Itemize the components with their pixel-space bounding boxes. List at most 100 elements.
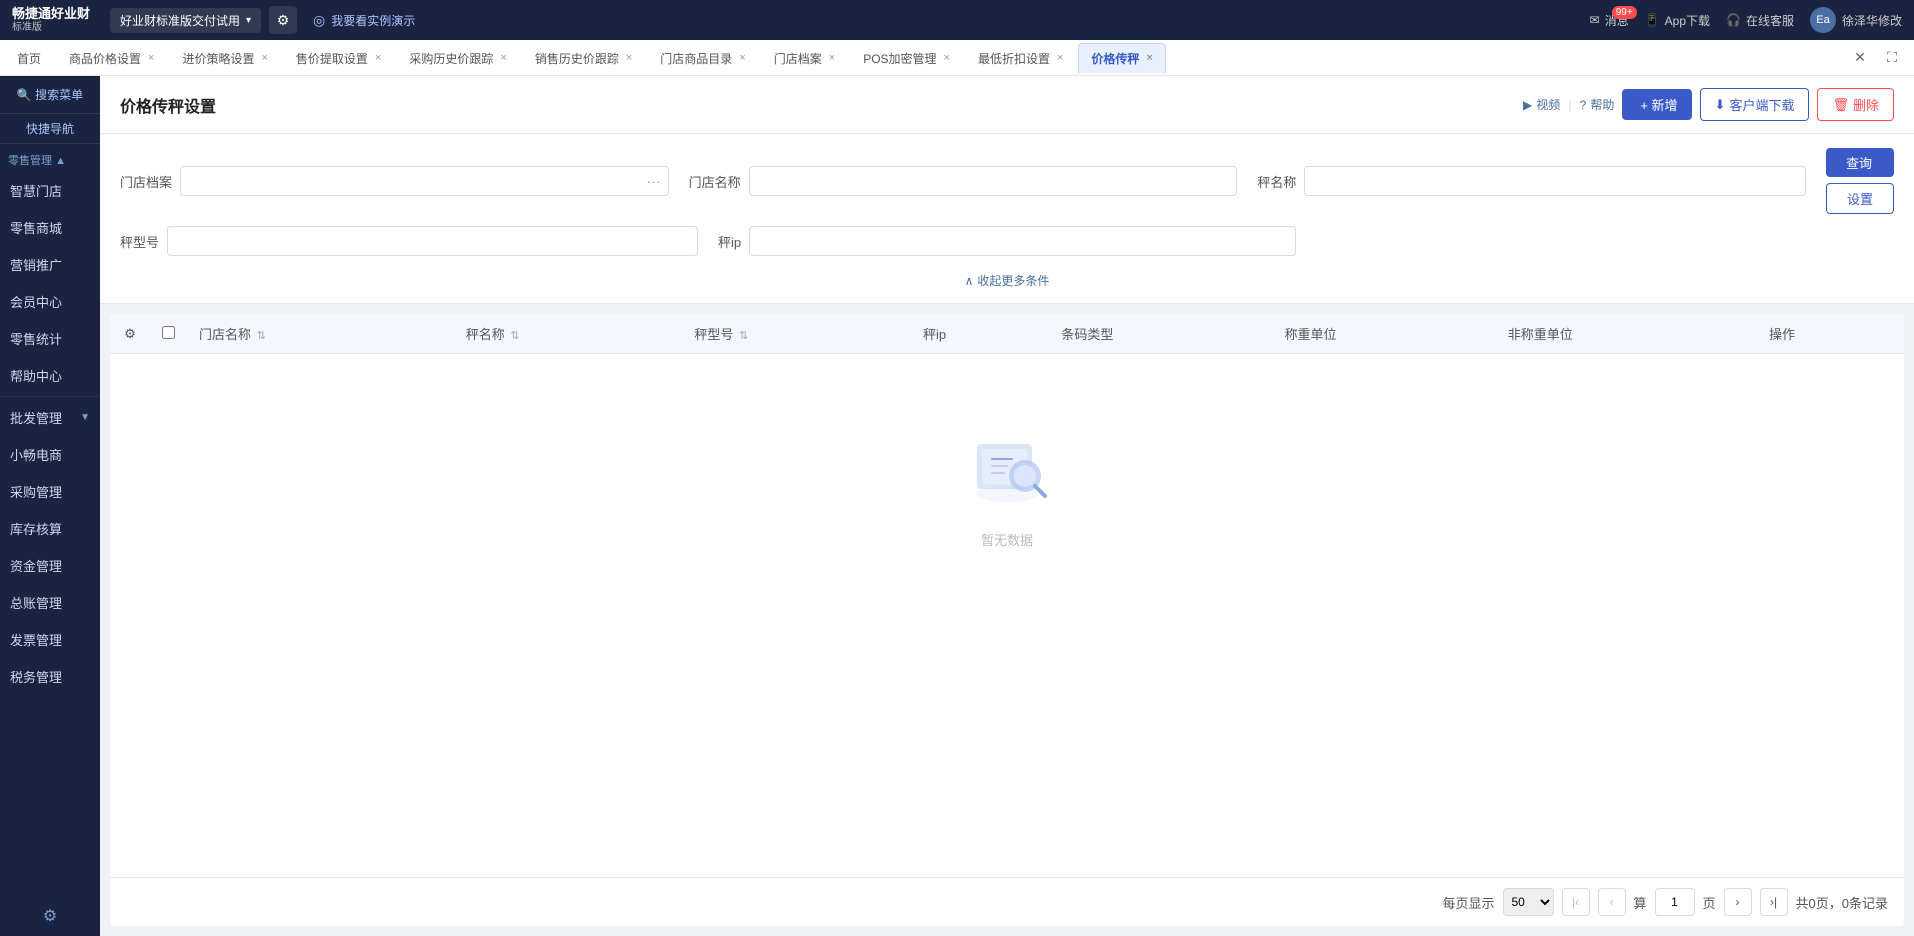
last-page-icon: ›| <box>1770 895 1777 909</box>
sidebar-item-retail-mall[interactable]: 零售商城 <box>0 209 100 246</box>
select-all-checkbox[interactable] <box>162 326 175 339</box>
tab-purchase-strategy-close[interactable]: × <box>261 52 267 64</box>
sidebar-item-help-center[interactable]: 帮助中心 <box>0 357 100 394</box>
sidebar-item-marketing[interactable]: 营销推广 <box>0 246 100 283</box>
scale-name-sort-icon[interactable]: ⇅ <box>510 330 519 342</box>
tab-store-profile-close[interactable]: × <box>829 52 835 64</box>
sidebar: 🔍 搜索菜单 快捷导航 零售管理 ▲ 智慧门店 零售商城 营销推广 会员中心 零… <box>0 76 100 936</box>
table-wrapper: ⚙ 门店名称 ⇅ 秤名称 ⇅ <box>110 314 1904 877</box>
tab-pos-encrypt-close[interactable]: × <box>944 52 950 64</box>
tab-commodity-price-close[interactable]: × <box>148 52 154 64</box>
store-profile-dots-button[interactable]: ··· <box>647 173 661 189</box>
col-settings-icon[interactable]: ⚙ <box>124 326 136 341</box>
sidebar-item-smart-store-label: 智慧门店 <box>10 181 62 200</box>
tab-store-catalog[interactable]: 门店商品目录 × <box>647 43 758 73</box>
tab-selling-extract-close[interactable]: × <box>375 52 381 64</box>
barcode-type-col-label: 条码类型 <box>1061 327 1113 342</box>
sidebar-item-smart-store[interactable]: 智慧门店 <box>0 172 100 209</box>
sidebar-item-retail-stats[interactable]: 零售统计 <box>0 320 100 357</box>
tab-pos-encrypt[interactable]: POS加密管理 × <box>850 43 963 73</box>
tab-min-discount[interactable]: 最低折扣设置 × <box>965 43 1076 73</box>
store-name-sort-icon[interactable]: ⇅ <box>257 330 266 342</box>
tab-sales-history[interactable]: 销售历史价跟踪 × <box>522 43 645 73</box>
tab-sales-history-label: 销售历史价跟踪 <box>535 50 619 67</box>
tab-close-button[interactable]: ✕ <box>1846 44 1874 72</box>
tab-min-discount-label: 最低折扣设置 <box>978 50 1050 67</box>
sidebar-quicknav[interactable]: 快捷导航 <box>0 114 100 144</box>
store-name-input[interactable] <box>749 166 1238 196</box>
tab-purchase-history[interactable]: 采购历史价跟踪 × <box>396 43 519 73</box>
logo-area: 畅捷通好业财 标准版 <box>12 6 92 34</box>
logo-subtitle: 标准版 <box>12 22 92 34</box>
client-download-button[interactable]: ⬇ 客户端下载 <box>1700 88 1810 121</box>
sidebar-item-stock-settle[interactable]: 库存核算 <box>0 510 100 547</box>
tab-selling-extract-label: 售价提取设置 <box>296 50 368 67</box>
store-profile-input-wrapper: ··· <box>180 166 669 196</box>
query-button[interactable]: 查询 <box>1826 148 1894 177</box>
sidebar-item-invoice-mgmt[interactable]: 发票管理 <box>0 621 100 658</box>
sidebar-item-xiaochang-ecom[interactable]: 小畅电商 <box>0 436 100 473</box>
tab-purchase-history-close[interactable]: × <box>500 52 506 64</box>
tab-price-scale[interactable]: 价格传秤 × <box>1078 43 1165 73</box>
sidebar-gear-icon[interactable]: ⚙ <box>43 906 57 926</box>
video-button[interactable]: ▶ 视频 <box>1523 96 1560 113</box>
tab-expand-button[interactable]: ⛶ <box>1878 44 1906 72</box>
prev-page-icon: ‹ <box>1610 895 1614 909</box>
demo-button[interactable]: ◎ 我要看实例演示 <box>313 12 415 29</box>
app-download-button[interactable]: 📱 App下载 <box>1645 12 1710 29</box>
edition-selector[interactable]: 好业财标准版交付试用 ▾ <box>110 8 261 33</box>
sidebar-item-wholesale-mgmt-label: 批发管理 <box>10 408 62 427</box>
message-button[interactable]: ✉ 消息 99+ <box>1590 12 1629 29</box>
sidebar-search[interactable]: 🔍 搜索菜单 <box>0 76 100 114</box>
help-button[interactable]: ? 帮助 <box>1580 96 1615 113</box>
scale-name-input[interactable] <box>1304 166 1806 196</box>
col-settings-header: ⚙ <box>110 314 150 354</box>
weight-unit-col-label: 称重单位 <box>1285 327 1337 342</box>
tab-store-catalog-close[interactable]: × <box>739 52 745 64</box>
sidebar-item-general-ledger[interactable]: 总账管理 <box>0 584 100 621</box>
first-page-button[interactable]: |‹ <box>1562 888 1590 916</box>
filter-row-1: 门店档案 ··· 门店名称 秤名称 查询 <box>120 148 1894 214</box>
next-page-button[interactable]: › <box>1724 888 1752 916</box>
table-area: ⚙ 门店名称 ⇅ 秤名称 ⇅ <box>110 314 1904 926</box>
edition-settings-button[interactable]: ⚙ <box>269 6 297 34</box>
tab-purchase-strategy[interactable]: 进价策略设置 × <box>169 43 280 73</box>
last-page-button[interactable]: ›| <box>1760 888 1788 916</box>
page-actions: ▶ 视频 | ? 帮助 + 新增 ⬇ 客户端下载 🗑 删 <box>1523 88 1894 121</box>
online-service-button[interactable]: 🎧 在线客服 <box>1726 12 1794 29</box>
download-icon: ⬇ <box>1715 97 1726 113</box>
scale-model-input[interactable] <box>167 226 698 256</box>
sidebar-item-purchase-mgmt[interactable]: 采购管理 <box>0 473 100 510</box>
add-button[interactable]: + 新增 <box>1622 89 1691 120</box>
page-number-input[interactable] <box>1655 888 1695 916</box>
prev-page-button[interactable]: ‹ <box>1598 888 1626 916</box>
tab-home[interactable]: 首页 <box>4 43 54 73</box>
tab-sales-history-close[interactable]: × <box>626 52 632 64</box>
scale-ip-input[interactable] <box>749 226 1296 256</box>
sidebar-item-wholesale-mgmt[interactable]: 批发管理 ▼ <box>0 399 100 436</box>
delete-icon: 🗑 <box>1832 97 1849 113</box>
tab-min-discount-close[interactable]: × <box>1057 52 1063 64</box>
help-icon: ? <box>1580 98 1587 112</box>
separator: | <box>1568 97 1571 112</box>
store-name-col-label: 门店名称 <box>199 327 251 342</box>
collapse-button[interactable]: ∧ 收起更多条件 <box>120 268 1894 293</box>
sidebar-item-tax-mgmt[interactable]: 税务管理 <box>0 658 100 695</box>
set-button[interactable]: 设置 <box>1826 183 1894 214</box>
scale-model-sort-icon[interactable]: ⇅ <box>739 330 748 342</box>
sidebar-item-fund-mgmt[interactable]: 资金管理 <box>0 547 100 584</box>
tab-selling-extract[interactable]: 售价提取设置 × <box>283 43 394 73</box>
user-area[interactable]: Ea 徐泽华修改 <box>1810 7 1902 33</box>
scale-name-label: 秤名称 <box>1257 172 1296 191</box>
sidebar-item-general-ledger-label: 总账管理 <box>10 593 62 612</box>
delete-button[interactable]: 🗑 删除 <box>1817 88 1894 121</box>
tab-price-scale-close[interactable]: × <box>1146 52 1152 64</box>
operation-col-label: 操作 <box>1769 327 1795 342</box>
tab-store-profile[interactable]: 门店档案 × <box>761 43 848 73</box>
store-profile-input[interactable] <box>180 166 669 196</box>
page-size-select[interactable]: 50 10 20 100 <box>1503 888 1554 916</box>
sidebar-item-member-center[interactable]: 会员中心 <box>0 283 100 320</box>
sidebar-quicknav-label: 快捷导航 <box>26 122 74 136</box>
tab-commodity-price[interactable]: 商品价格设置 × <box>56 43 167 73</box>
tab-store-catalog-label: 门店商品目录 <box>660 50 732 67</box>
